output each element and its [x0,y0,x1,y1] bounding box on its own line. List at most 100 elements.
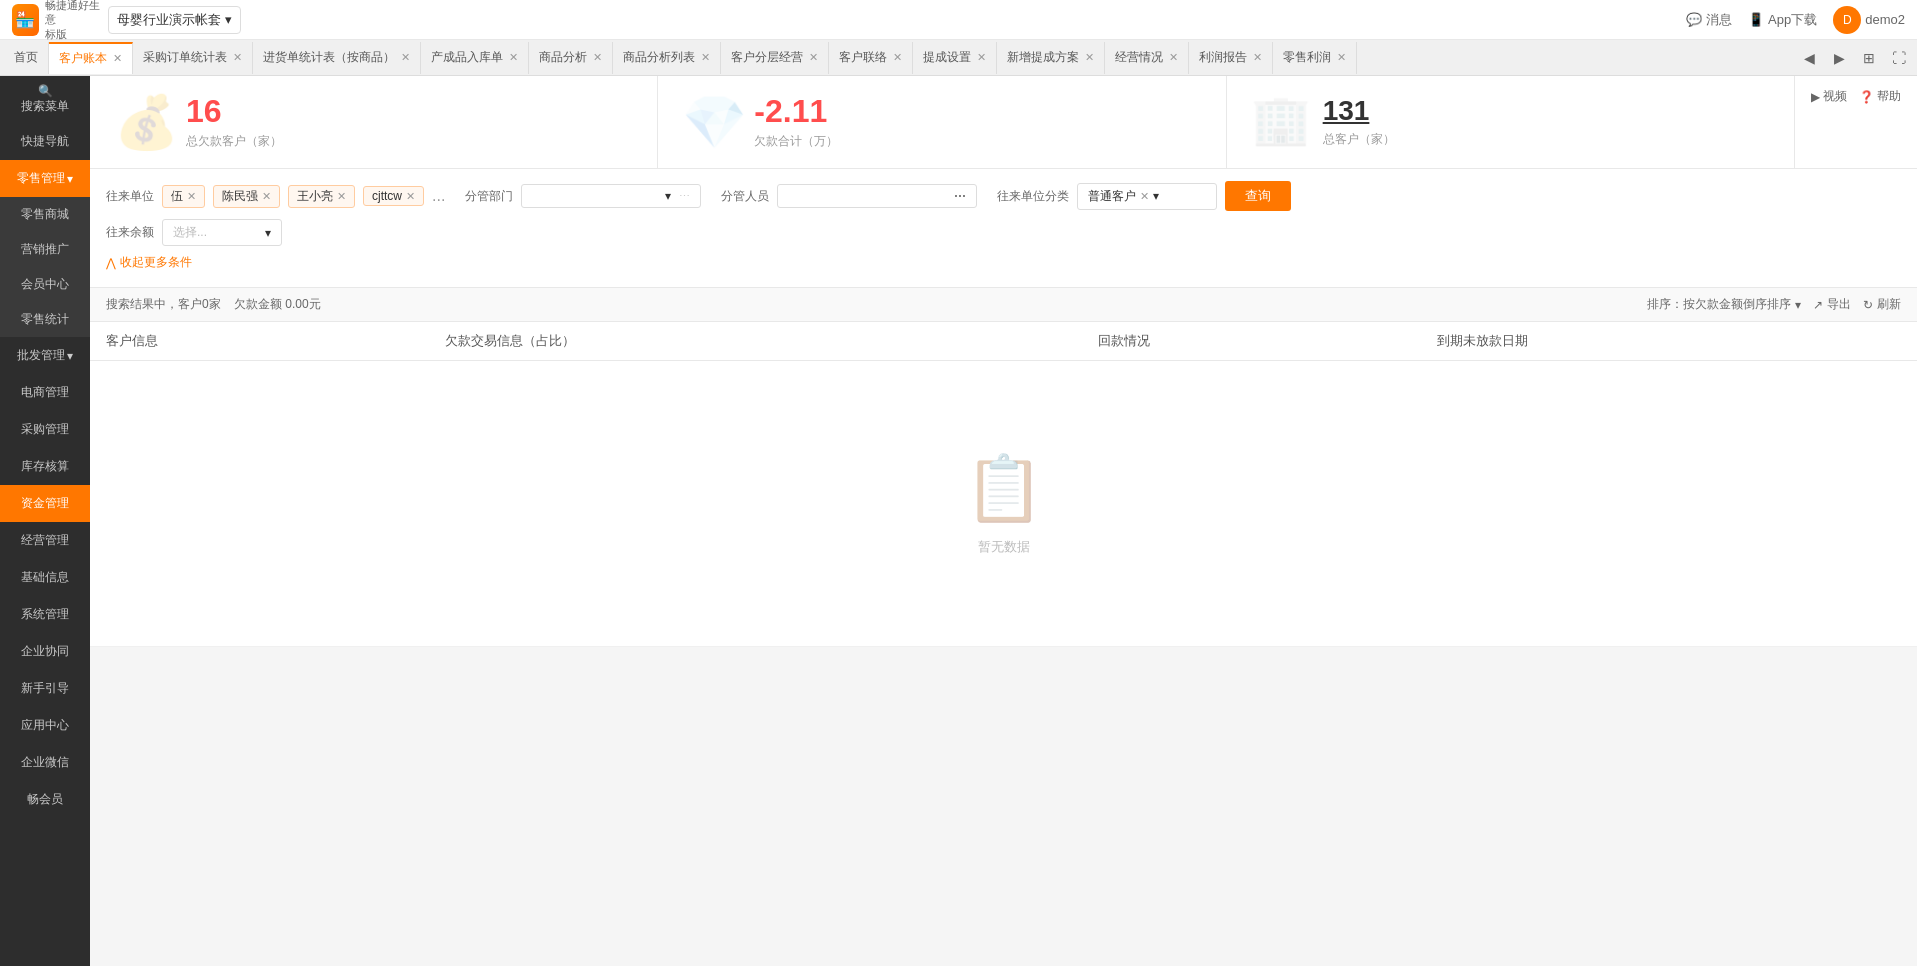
filter-label-unit-category: 往来单位分类 [997,188,1069,205]
stat-card-credit-customers: 💰 16 总欠款客户（家） [90,76,658,168]
sidebar-item-new-guide[interactable]: 新手引导 [0,670,90,707]
tab-home[interactable]: 首页 [4,42,49,74]
sidebar-item-search[interactable]: 🔍 搜索菜单 [0,76,90,123]
data-table: 客户信息 欠款交易信息（占比） 回款情况 到期未放款日期 📋 暂无数据 [90,322,1917,647]
tab-close-icon[interactable]: ✕ [233,51,242,64]
results-bar: 搜索结果中，客户0家 欠款金额 0.00元 排序：按欠款金额倒序排序 ▾ ↗ 导… [90,288,1917,322]
tab-profit-report[interactable]: 利润报告 ✕ [1189,42,1273,74]
logo-area: 🏪 畅捷通好生意 标版 [12,0,100,41]
tab-close-icon[interactable]: ✕ [809,51,818,64]
filter-select-balance[interactable]: 选择... ▾ [162,219,282,246]
video-link[interactable]: ▶ 视频 [1811,88,1847,105]
tab-prev-button[interactable]: ◀ [1795,44,1823,72]
sidebar-item-wholesale-mgmt[interactable]: 批发管理▾ [0,337,90,374]
sidebar-item-purchase-mgmt[interactable]: 采购管理 [0,411,90,448]
filter-tag-remove-ordinary[interactable]: ✕ [1140,190,1149,203]
tab-close-icon[interactable]: ✕ [701,51,710,64]
tab-inventory-stat[interactable]: 进货单统计表（按商品） ✕ [253,42,421,74]
collapse-row: ⋀ 收起更多条件 [106,254,1901,271]
tab-close-icon[interactable]: ✕ [113,52,122,65]
main-layout: 🔍 搜索菜单 快捷导航 零售管理▾ 零售商城 营销推广 会员中心 零售统计 批发… [0,76,1917,966]
tab-new-promotion-scheme[interactable]: 新增提成方案 ✕ [997,42,1105,74]
stat-main-credit-amount: -2.11 欠款合计（万） [754,94,838,150]
tab-close-icon[interactable]: ✕ [1085,51,1094,64]
empty-state: 📋 暂无数据 [106,371,1901,636]
collapse-button[interactable]: ⋀ 收起更多条件 [106,254,1901,271]
stat-icon-credit: 💰 [114,92,174,152]
sidebar-item-enterprise-wechat[interactable]: 企业微信 [0,744,90,781]
tab-retail-profit[interactable]: 零售利润 ✕ [1273,42,1357,74]
filter-tag-remove-wu[interactable]: ✕ [187,190,196,203]
message-button[interactable]: 💬 消息 [1686,11,1732,29]
empty-icon: 📋 [964,451,1044,526]
tab-close-icon[interactable]: ✕ [1337,51,1346,64]
table-header: 客户信息 欠款交易信息（占比） 回款情况 到期未放款日期 [90,322,1917,361]
sidebar-item-retail-mall[interactable]: 零售商城 [0,197,90,232]
tab-fullscreen-button[interactable]: ⛶ [1885,44,1913,72]
filter-tag-remove-chen[interactable]: ✕ [262,190,271,203]
sidebar-item-vip-member[interactable]: 畅会员 [0,781,90,818]
help-link[interactable]: ❓ 帮助 [1859,88,1901,105]
filter-label-balance: 往来余额 [106,224,154,241]
sort-select[interactable]: 排序：按欠款金额倒序排序 ▾ [1647,296,1801,313]
tab-next-button[interactable]: ▶ [1825,44,1853,72]
filter-tag-wang: 王小亮 ✕ [288,185,355,208]
sidebar-item-member-center[interactable]: 会员中心 [0,267,90,302]
tab-accounts[interactable]: 客户账本 ✕ [49,42,133,74]
sidebar-item-sys-mgmt[interactable]: 系统管理 [0,596,90,633]
filter-select-dept[interactable]: ▾ ⋯ [521,184,701,208]
sidebar-item-ops-mgmt[interactable]: 经营管理 [0,522,90,559]
tab-close-icon[interactable]: ✕ [509,51,518,64]
sidebar-item-marketing-promo[interactable]: 营销推广 [0,232,90,267]
sidebar-item-retail-stats[interactable]: 零售统计 [0,302,90,337]
user-avatar-button[interactable]: D demo2 [1833,6,1905,34]
stat-label-total-customers: 总客户（家） [1323,131,1395,148]
tab-product-analysis-list[interactable]: 商品分析列表 ✕ [613,42,721,74]
export-button[interactable]: ↗ 导出 [1813,296,1851,313]
filter-tag-remove-cjttcw[interactable]: ✕ [406,190,415,203]
tab-promotion-settings[interactable]: 提成设置 ✕ [913,42,997,74]
filter-tag-ordinary-customer: 普通客户 ✕ [1088,188,1149,205]
sidebar-item-retail-mgmt[interactable]: 零售管理▾ [0,160,90,197]
col-due-date: 到期未放款日期 [1421,322,1917,361]
app-logo-icon: 🏪 [12,4,39,36]
filter-row-1: 往来单位 伍 ✕ 陈民强 ✕ 王小亮 ✕ cjttcw ✕ ... [106,181,1901,211]
tab-expand-button[interactable]: ⊞ [1855,44,1883,72]
filter-more-tags[interactable]: ... [432,187,445,205]
filter-select-person[interactable]: ⋯ [777,184,977,208]
tab-product-in[interactable]: 产成品入库单 ✕ [421,42,529,74]
tab-bar: 首页 客户账本 ✕ 采购订单统计表 ✕ 进货单统计表（按商品） ✕ 产成品入库单… [0,40,1917,76]
tab-close-icon[interactable]: ✕ [977,51,986,64]
query-button[interactable]: 查询 [1225,181,1291,211]
tab-close-icon[interactable]: ✕ [1253,51,1262,64]
app-download-button[interactable]: 📱 App下载 [1748,11,1817,29]
tenant-selector[interactable]: 母婴行业演示帐套 ▾ [108,6,241,34]
stat-main-credit-customers: 16 总欠款客户（家） [186,94,282,150]
tab-purchase-order-stat[interactable]: 采购订单统计表 ✕ [133,42,253,74]
tab-customer-contact[interactable]: 客户联络 ✕ [829,42,913,74]
filter-select-unit-category[interactable]: 普通客户 ✕ ▾ [1077,183,1217,210]
tab-close-icon[interactable]: ✕ [401,51,410,64]
sidebar-item-ecom-mgmt[interactable]: 电商管理 [0,374,90,411]
tab-business-situation[interactable]: 经营情况 ✕ [1105,42,1189,74]
tab-close-icon[interactable]: ✕ [893,51,902,64]
tab-close-icon[interactable]: ✕ [1169,51,1178,64]
sidebar-item-app-center[interactable]: 应用中心 [0,707,90,744]
refresh-button[interactable]: ↻ 刷新 [1863,296,1901,313]
filter-tag-remove-wang[interactable]: ✕ [337,190,346,203]
col-repayment: 回款情况 [1082,322,1421,361]
sidebar-item-inventory-check[interactable]: 库存核算 [0,448,90,485]
tab-customer-tier[interactable]: 客户分层经营 ✕ [721,42,829,74]
filter-tag-chen: 陈民强 ✕ [213,185,280,208]
tab-close-icon[interactable]: ✕ [593,51,602,64]
sidebar-item-quick-nav[interactable]: 快捷导航 [0,123,90,160]
stat-card-total-customers: 🏢 131 总客户（家） [1227,76,1795,168]
sidebar: 🔍 搜索菜单 快捷导航 零售管理▾ 零售商城 营销推广 会员中心 零售统计 批发… [0,76,90,966]
sidebar-item-enterprise-collab[interactable]: 企业协同 [0,633,90,670]
filter-row-2: 往来余额 选择... ▾ [106,219,1901,246]
col-credit-transaction: 欠款交易信息（占比） [429,322,1082,361]
tab-product-analysis[interactable]: 商品分析 ✕ [529,42,613,74]
sidebar-item-finance-mgmt[interactable]: 资金管理 [0,485,90,522]
top-bar-left: 🏪 畅捷通好生意 标版 母婴行业演示帐套 ▾ [12,0,241,41]
sidebar-item-basic-info[interactable]: 基础信息 [0,559,90,596]
